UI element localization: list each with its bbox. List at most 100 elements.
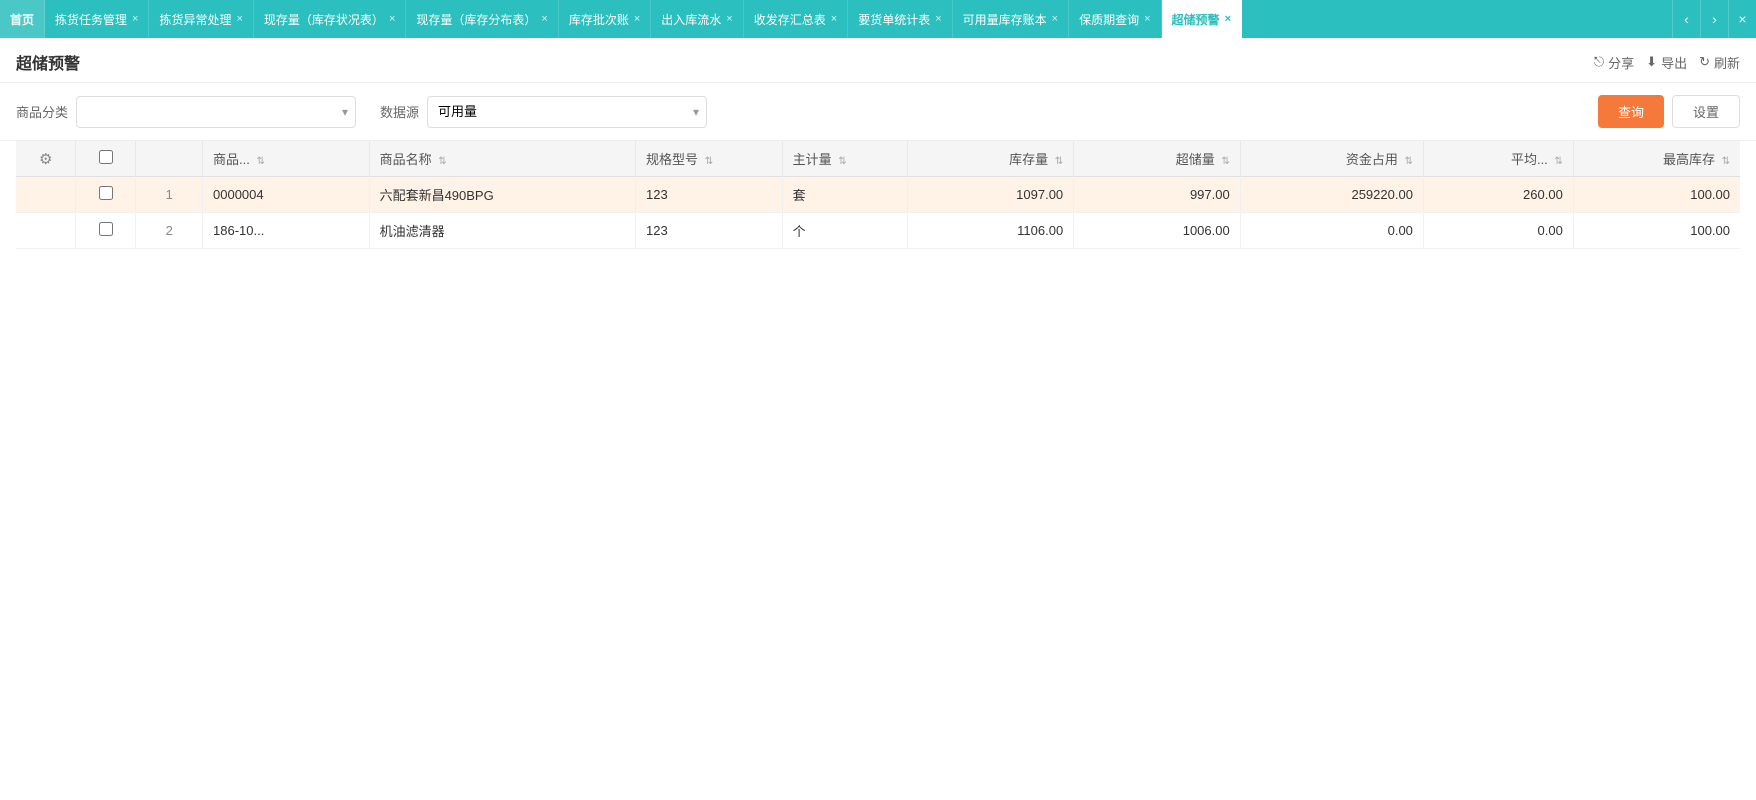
category-label: 商品分类 bbox=[16, 102, 68, 121]
close-icon[interactable]: × bbox=[634, 13, 640, 25]
row-capital: 0.00 bbox=[1240, 213, 1423, 249]
col-spec-header[interactable]: 规格型号 ⇅ bbox=[636, 141, 783, 177]
category-select[interactable] bbox=[76, 96, 356, 128]
page-header: 超储预警 ⎋ 分享 ⬇ 导出 ↻ 刷新 bbox=[0, 38, 1756, 83]
page-container: 超储预警 ⎋ 分享 ⬇ 导出 ↻ 刷新 商品分类 ▾ bbox=[0, 38, 1756, 800]
datasource-label: 数据源 bbox=[380, 102, 419, 121]
row-maxstock: 100.00 bbox=[1573, 177, 1740, 213]
row-over: 997.00 bbox=[1074, 177, 1241, 213]
close-icon[interactable]: × bbox=[132, 13, 138, 25]
nav-item-over-stock[interactable]: 超储预警 × bbox=[1162, 0, 1242, 38]
query-button[interactable]: 查询 bbox=[1598, 95, 1664, 128]
row-code: 186-10... bbox=[203, 213, 370, 249]
col-name-header[interactable]: 商品名称 ⇅ bbox=[369, 141, 635, 177]
close-icon[interactable]: × bbox=[1144, 13, 1150, 25]
nav-item-shelf-life[interactable]: 保质期查询 × bbox=[1069, 0, 1161, 38]
row-stock: 1097.00 bbox=[907, 177, 1074, 213]
col-stock-header[interactable]: 库存量 ⇅ bbox=[907, 141, 1074, 177]
sort-icon: ⇅ bbox=[256, 156, 264, 167]
nav-item-batch-account[interactable]: 库存批次账 × bbox=[559, 0, 651, 38]
row-name: 机油滤清器 bbox=[369, 213, 635, 249]
page-title: 超储预警 bbox=[16, 50, 80, 74]
sort-icon: ⇅ bbox=[705, 156, 713, 167]
nav-arrow-right[interactable]: › bbox=[1700, 0, 1728, 38]
export-button[interactable]: ⬇ 导出 bbox=[1646, 53, 1687, 72]
datasource-select[interactable]: 可用量 bbox=[427, 96, 707, 128]
share-icon: ⎋ bbox=[1594, 54, 1604, 70]
close-icon[interactable]: × bbox=[1052, 13, 1058, 25]
table-wrapper: ⚙ 商品... ⇅ 商品名称 ⇅ 规格型号 bbox=[0, 141, 1756, 249]
export-icon: ⬇ bbox=[1646, 54, 1657, 70]
nav-item-stock-status[interactable]: 现存量（库存状况表） × bbox=[254, 0, 406, 38]
nav-item-home[interactable]: 首页 bbox=[0, 0, 45, 38]
table-row: 1 0000004 六配套新昌490BPG 123 套 1097.00 997.… bbox=[16, 177, 1740, 213]
refresh-button[interactable]: ↻ 刷新 bbox=[1699, 53, 1740, 72]
select-all-checkbox[interactable] bbox=[99, 150, 113, 164]
row-gear-cell bbox=[16, 213, 76, 249]
row-checkbox[interactable] bbox=[99, 222, 113, 236]
sort-icon: ⇅ bbox=[438, 156, 446, 167]
filter-actions: 查询 设置 bbox=[1598, 95, 1740, 128]
row-gear-cell bbox=[16, 177, 76, 213]
row-unit: 套 bbox=[782, 177, 907, 213]
row-code: 0000004 bbox=[203, 177, 370, 213]
nav-arrow-left[interactable]: ‹ bbox=[1672, 0, 1700, 38]
header-actions: ⎋ 分享 ⬇ 导出 ↻ 刷新 bbox=[1594, 53, 1740, 72]
table-body: 1 0000004 六配套新昌490BPG 123 套 1097.00 997.… bbox=[16, 177, 1740, 249]
col-maxstock-header[interactable]: 最高库存 ⇅ bbox=[1573, 141, 1740, 177]
sort-icon: ⇅ bbox=[1221, 156, 1229, 167]
close-icon[interactable]: × bbox=[935, 13, 941, 25]
nav-item-inout-flow[interactable]: 出入库流水 × bbox=[651, 0, 743, 38]
table-header-row: ⚙ 商品... ⇅ 商品名称 ⇅ 规格型号 bbox=[16, 141, 1740, 177]
row-maxstock: 100.00 bbox=[1573, 213, 1740, 249]
sort-icon: ⇅ bbox=[838, 156, 846, 167]
refresh-icon: ↻ bbox=[1699, 54, 1710, 70]
row-checkbox-cell[interactable] bbox=[76, 213, 136, 249]
close-icon[interactable]: × bbox=[236, 13, 242, 25]
col-over-header[interactable]: 超储量 ⇅ bbox=[1074, 141, 1241, 177]
close-icon[interactable]: × bbox=[541, 13, 547, 25]
col-unit-header[interactable]: 主计量 ⇅ bbox=[782, 141, 907, 177]
col-settings[interactable]: ⚙ bbox=[16, 141, 76, 177]
top-navigation: 首页 拣货任务管理 × 拣货异常处理 × 现存量（库存状况表） × 现存量（库存… bbox=[0, 0, 1756, 38]
close-icon[interactable]: × bbox=[726, 13, 732, 25]
share-button[interactable]: ⎋ 分享 bbox=[1594, 53, 1634, 72]
close-icon[interactable]: × bbox=[389, 13, 395, 25]
nav-item-summary[interactable]: 收发存汇总表 × bbox=[744, 0, 848, 38]
row-avg: 260.00 bbox=[1423, 177, 1573, 213]
category-filter-group: 商品分类 ▾ bbox=[16, 96, 356, 128]
row-spec: 123 bbox=[636, 213, 783, 249]
row-capital: 259220.00 bbox=[1240, 177, 1423, 213]
col-checkbox[interactable] bbox=[76, 141, 136, 177]
row-checkbox-cell[interactable] bbox=[76, 177, 136, 213]
col-capital-header[interactable]: 资金占用 ⇅ bbox=[1240, 141, 1423, 177]
row-stock: 1106.00 bbox=[907, 213, 1074, 249]
nav-item-available-book[interactable]: 可用量库存账本 × bbox=[953, 0, 1069, 38]
close-icon[interactable]: × bbox=[831, 13, 837, 25]
datasource-select-wrapper: 可用量 ▾ bbox=[427, 96, 707, 128]
col-avg-header[interactable]: 平均... ⇅ bbox=[1423, 141, 1573, 177]
sort-icon: ⇅ bbox=[1722, 156, 1730, 167]
nav-item-pick-exception[interactable]: 拣货异常处理 × bbox=[149, 0, 253, 38]
nav-item-stock-dist[interactable]: 现存量（库存分布表） × bbox=[406, 0, 558, 38]
row-unit: 个 bbox=[782, 213, 907, 249]
sort-icon: ⇅ bbox=[1055, 156, 1063, 167]
nav-item-pick-task[interactable]: 拣货任务管理 × bbox=[45, 0, 149, 38]
table-row: 2 186-10... 机油滤清器 123 个 1106.00 1006.00 … bbox=[16, 213, 1740, 249]
filter-area: 商品分类 ▾ 数据源 可用量 ▾ 查询 设置 bbox=[0, 83, 1756, 141]
nav-item-order-stat[interactable]: 要货单统计表 × bbox=[848, 0, 952, 38]
nav-arrows: ‹ › × bbox=[1672, 0, 1756, 38]
col-code-header[interactable]: 商品... ⇅ bbox=[203, 141, 370, 177]
settings-icon[interactable]: ⚙ bbox=[39, 151, 52, 168]
row-checkbox[interactable] bbox=[99, 186, 113, 200]
row-name: 六配套新昌490BPG bbox=[369, 177, 635, 213]
nav-arrow-close[interactable]: × bbox=[1728, 0, 1756, 38]
data-table: ⚙ 商品... ⇅ 商品名称 ⇅ 规格型号 bbox=[16, 141, 1740, 249]
row-avg: 0.00 bbox=[1423, 213, 1573, 249]
category-select-wrapper: ▾ bbox=[76, 96, 356, 128]
close-icon[interactable]: × bbox=[1225, 13, 1231, 25]
settings-button[interactable]: 设置 bbox=[1672, 95, 1740, 128]
sort-icon: ⇅ bbox=[1405, 156, 1413, 167]
row-spec: 123 bbox=[636, 177, 783, 213]
row-num: 1 bbox=[136, 177, 203, 213]
